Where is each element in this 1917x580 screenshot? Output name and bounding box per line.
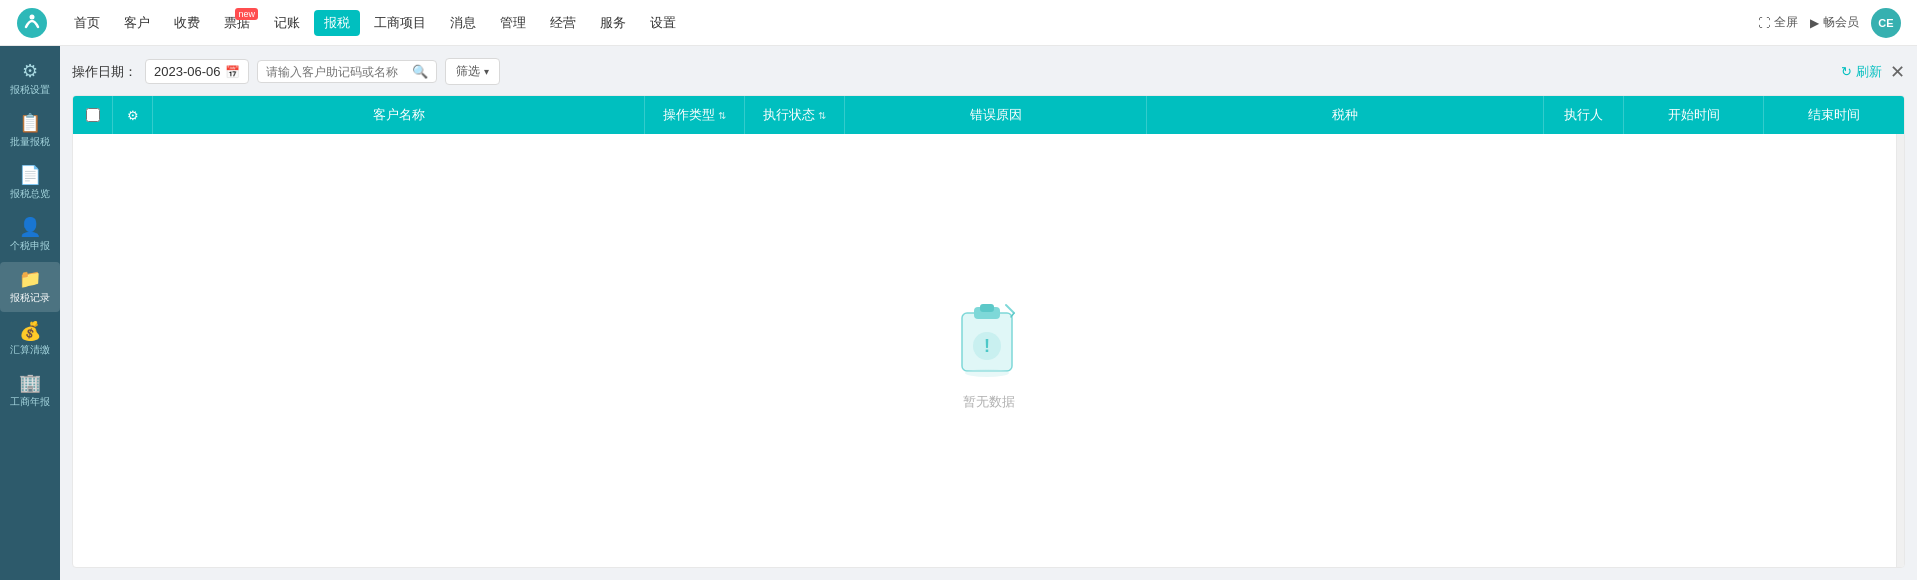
refresh-icon: ↻ xyxy=(1841,64,1852,79)
sidebar-label: 工商年报 xyxy=(10,396,50,408)
svg-line-7 xyxy=(1006,305,1014,313)
search-box: 🔍 xyxy=(257,60,437,83)
sidebar-item-个税申报[interactable]: 👤 个税申报 xyxy=(0,210,60,260)
sidebar-label: 报税设置 xyxy=(10,84,50,96)
sidebar-icon: 💰 xyxy=(19,322,41,340)
sidebar: ⚙ 报税设置 📋 批量报税 📄 报税总览 👤 个税申报 📁 报税记录 💰 汇算清缴 🏢 工商年报 xyxy=(0,46,60,580)
col-taxtype: 税种 xyxy=(1147,96,1544,134)
date-value: 2023-06-06 xyxy=(154,64,221,79)
scrollbar[interactable] xyxy=(1896,134,1904,567)
app-logo[interactable] xyxy=(16,7,48,39)
col-status: 执行状态 ⇅ xyxy=(745,96,845,134)
nav-menu: 首页客户收费票据new记账报税工商项目消息管理经营服务设置 xyxy=(64,10,1758,36)
sort-status-icon[interactable]: ⇅ xyxy=(818,110,826,121)
nav-item-客户[interactable]: 客户 xyxy=(114,10,160,36)
sidebar-icon: 📋 xyxy=(19,114,41,132)
empty-illustration: ! xyxy=(944,291,1034,381)
member-button[interactable]: ▶ 畅会员 xyxy=(1810,14,1859,31)
sidebar-label: 汇算清缴 xyxy=(10,344,50,356)
sidebar-label: 批量报税 xyxy=(10,136,50,148)
sidebar-label: 报税记录 xyxy=(10,292,50,304)
sidebar-icon: 📁 xyxy=(19,270,41,288)
settings-icon: ⚙ xyxy=(127,108,139,123)
member-label: 畅会员 xyxy=(1823,14,1859,31)
select-all-checkbox[interactable] xyxy=(86,108,100,122)
svg-rect-4 xyxy=(980,304,994,312)
search-input[interactable] xyxy=(266,65,408,79)
nav-item-首页[interactable]: 首页 xyxy=(64,10,110,36)
filter-button[interactable]: 筛选 ▾ xyxy=(445,58,500,85)
member-icon: ▶ xyxy=(1810,16,1819,30)
nav-item-设置[interactable]: 设置 xyxy=(640,10,686,36)
col-starttime: 开始时间 xyxy=(1624,96,1764,134)
sidebar-label: 报税总览 xyxy=(10,188,50,200)
col-checkbox[interactable] xyxy=(73,96,113,134)
nav-item-经营[interactable]: 经营 xyxy=(540,10,586,36)
empty-text: 暂无数据 xyxy=(963,393,1015,411)
fullscreen-button[interactable]: ⛶ 全屏 xyxy=(1758,14,1798,31)
sidebar-icon: 👤 xyxy=(19,218,41,236)
date-label: 操作日期： xyxy=(72,63,137,81)
sidebar-item-工商年报[interactable]: 🏢 工商年报 xyxy=(0,366,60,416)
sidebar-label: 个税申报 xyxy=(10,240,50,252)
sidebar-icon: ⚙ xyxy=(22,62,38,80)
nav-item-消息[interactable]: 消息 xyxy=(440,10,486,36)
sidebar-item-汇算清缴[interactable]: 💰 汇算清缴 xyxy=(0,314,60,364)
sidebar-item-报税总览[interactable]: 📄 报税总览 xyxy=(0,158,60,208)
nav-item-记账[interactable]: 记账 xyxy=(264,10,310,36)
data-table: ⚙ 客户名称 操作类型 ⇅ 执行状态 ⇅ 错误原因 税种 xyxy=(72,95,1905,568)
filter-label: 筛选 xyxy=(456,63,480,80)
sort-optype-icon[interactable]: ⇅ xyxy=(718,110,726,121)
svg-point-9 xyxy=(965,369,1009,377)
empty-state: ! 暂无数据 xyxy=(944,291,1034,411)
main-content: 操作日期： 2023-06-06 📅 🔍 筛选 ▾ ↻ 刷新 ✕ xyxy=(60,46,1917,580)
date-picker[interactable]: 2023-06-06 📅 xyxy=(145,59,249,84)
nav-item-收费[interactable]: 收费 xyxy=(164,10,210,36)
avatar[interactable]: CE xyxy=(1871,8,1901,38)
nav-item-票据[interactable]: 票据new xyxy=(214,10,260,36)
col-settings[interactable]: ⚙ xyxy=(113,96,153,134)
toolbar-right: ↻ 刷新 ✕ xyxy=(1841,63,1905,81)
nav-item-工商项目[interactable]: 工商项目 xyxy=(364,10,436,36)
svg-text:!: ! xyxy=(984,336,990,356)
close-button[interactable]: ✕ xyxy=(1890,63,1905,81)
table-body: ! 暂无数据 xyxy=(73,134,1904,567)
col-customer: 客户名称 xyxy=(153,96,645,134)
col-endtime: 结束时间 xyxy=(1764,96,1904,134)
sidebar-item-报税记录[interactable]: 📁 报税记录 xyxy=(0,262,60,312)
svg-point-1 xyxy=(30,14,35,19)
sidebar-item-报税设置[interactable]: ⚙ 报税设置 xyxy=(0,54,60,104)
search-icon: 🔍 xyxy=(412,64,428,79)
col-error: 错误原因 xyxy=(845,96,1147,134)
nav-item-服务[interactable]: 服务 xyxy=(590,10,636,36)
top-navigation: 首页客户收费票据new记账报税工商项目消息管理经营服务设置 ⛶ 全屏 ▶ 畅会员… xyxy=(0,0,1917,46)
calendar-icon: 📅 xyxy=(225,65,240,79)
sidebar-icon: 🏢 xyxy=(19,374,41,392)
fullscreen-icon: ⛶ xyxy=(1758,16,1770,30)
table-header: ⚙ 客户名称 操作类型 ⇅ 执行状态 ⇅ 错误原因 税种 xyxy=(73,96,1904,134)
nav-right: ⛶ 全屏 ▶ 畅会员 CE xyxy=(1758,8,1901,38)
svg-point-0 xyxy=(17,8,47,38)
nav-item-报税[interactable]: 报税 xyxy=(314,10,360,36)
refresh-label: 刷新 xyxy=(1856,63,1882,81)
fullscreen-label: 全屏 xyxy=(1774,14,1798,31)
col-optype: 操作类型 ⇅ xyxy=(645,96,745,134)
refresh-button[interactable]: ↻ 刷新 xyxy=(1841,63,1882,81)
sidebar-item-批量报税[interactable]: 📋 批量报税 xyxy=(0,106,60,156)
main-layout: ⚙ 报税设置 📋 批量报税 📄 报税总览 👤 个税申报 📁 报税记录 💰 汇算清缴 🏢 工商年报 操作日期… xyxy=(0,46,1917,580)
chevron-down-icon: ▾ xyxy=(484,66,489,77)
toolbar: 操作日期： 2023-06-06 📅 🔍 筛选 ▾ ↻ 刷新 ✕ xyxy=(72,58,1905,85)
nav-item-管理[interactable]: 管理 xyxy=(490,10,536,36)
sidebar-icon: 📄 xyxy=(19,166,41,184)
col-executor: 执行人 xyxy=(1544,96,1624,134)
